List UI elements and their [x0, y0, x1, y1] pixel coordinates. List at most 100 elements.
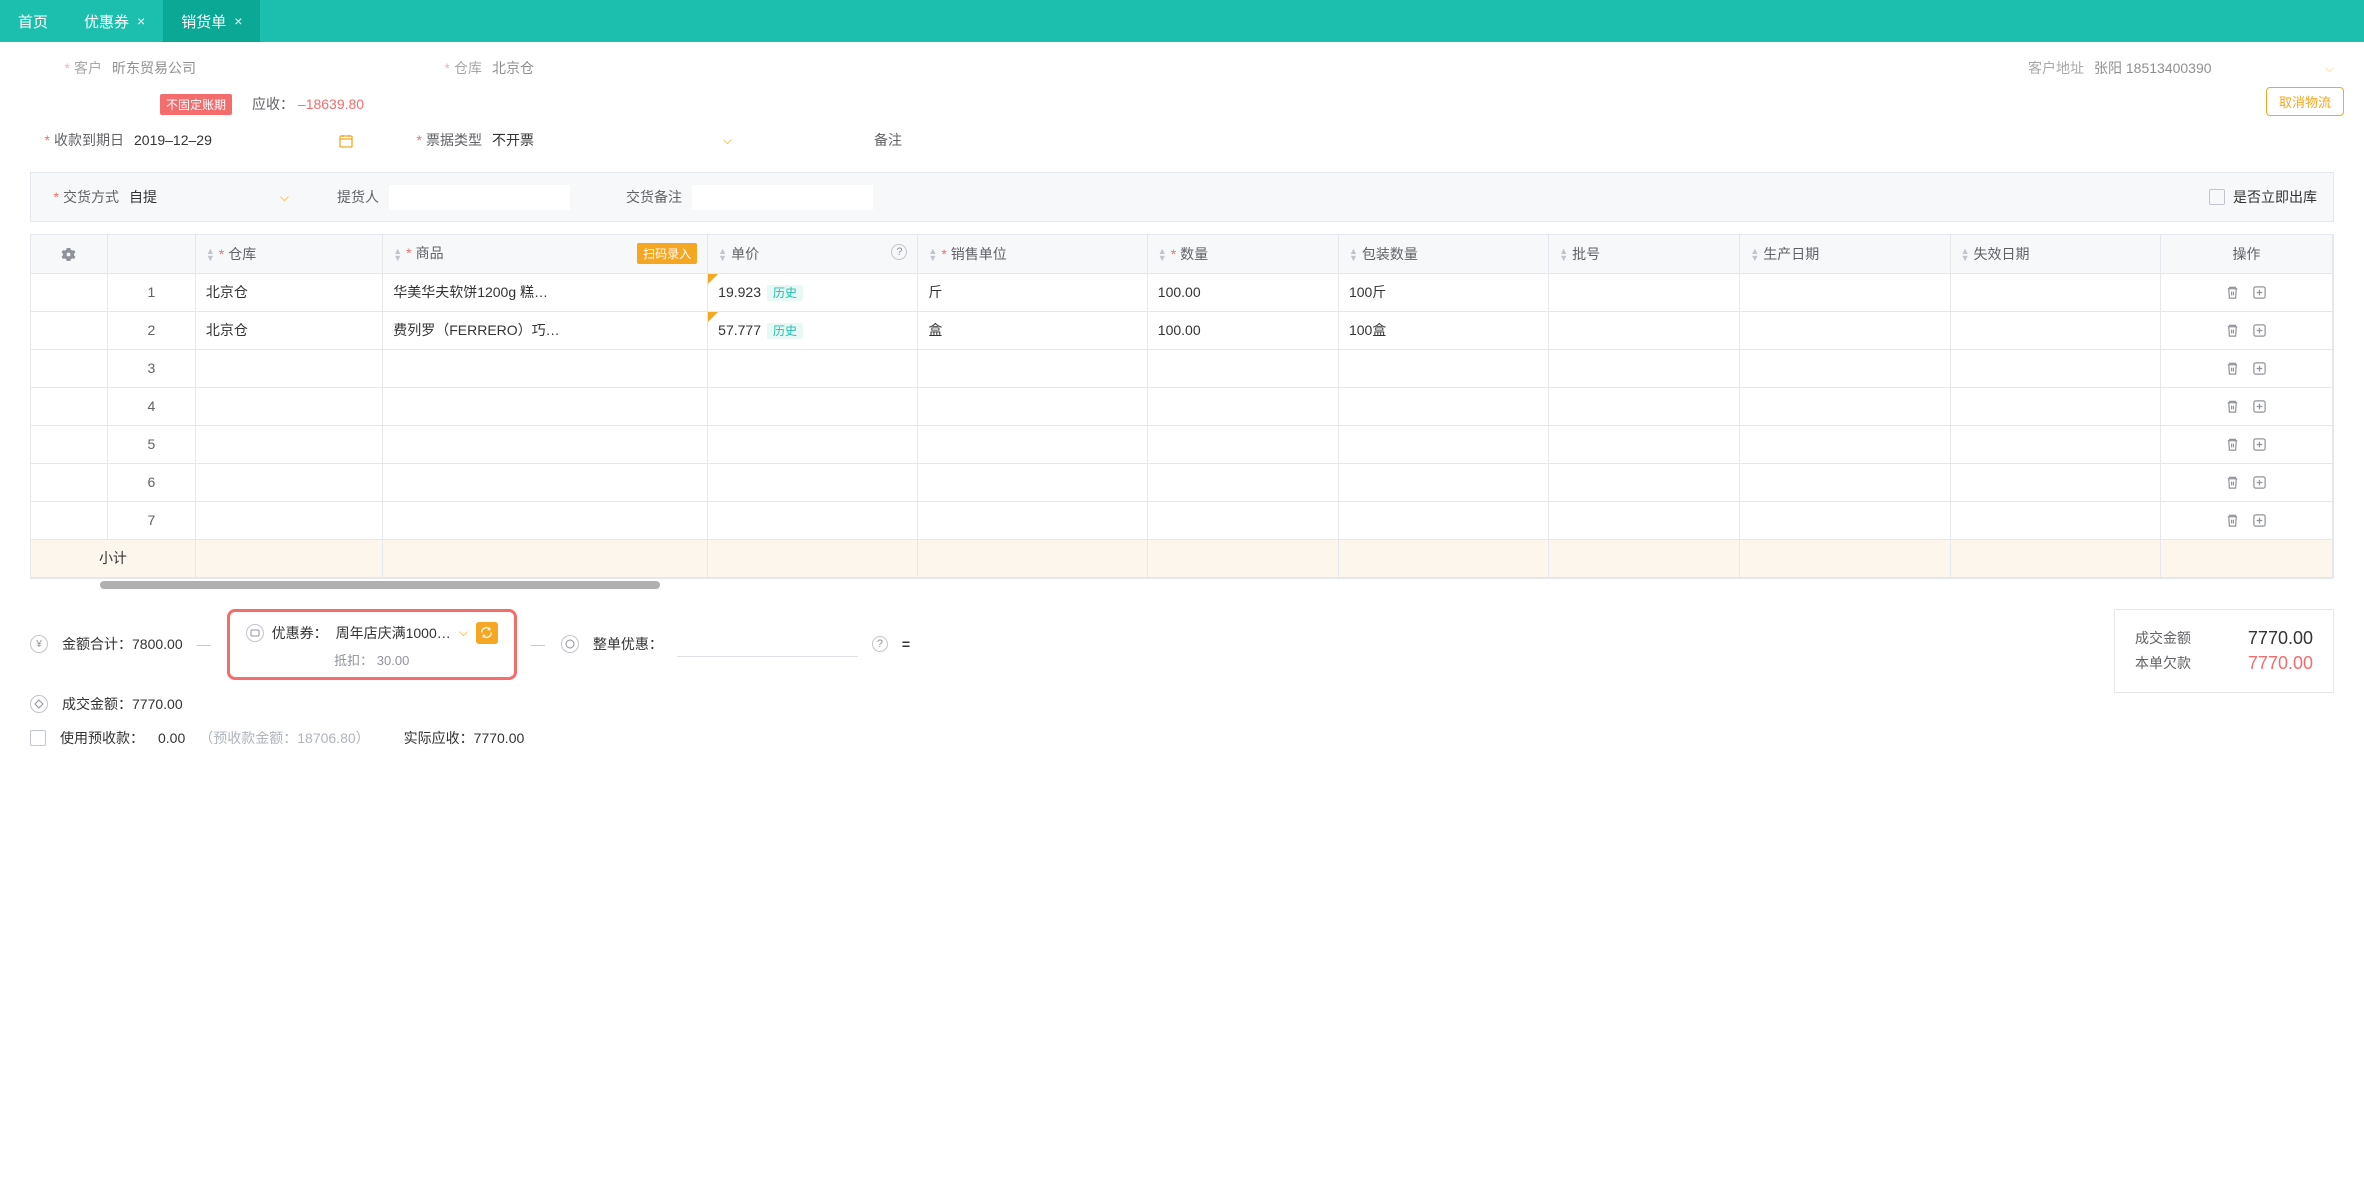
- cell-product[interactable]: [383, 349, 708, 387]
- cell-expire-date[interactable]: [1950, 425, 2160, 463]
- close-icon[interactable]: ×: [137, 13, 145, 29]
- calendar-icon[interactable]: [338, 131, 354, 148]
- cell-batch[interactable]: [1549, 273, 1740, 311]
- table-row[interactable]: 4: [31, 387, 2333, 425]
- col-unit[interactable]: ▲▼*销售单位: [918, 235, 1147, 273]
- cell-warehouse[interactable]: 北京仓: [195, 273, 382, 311]
- cell-qty[interactable]: [1147, 463, 1338, 501]
- add-row-icon[interactable]: [2252, 322, 2267, 339]
- cell-pack-qty[interactable]: [1338, 463, 1548, 501]
- cell-expire-date[interactable]: [1950, 273, 2160, 311]
- delete-row-icon[interactable]: [2225, 284, 2240, 301]
- add-row-icon[interactable]: [2252, 474, 2267, 491]
- cell-pack-qty[interactable]: [1338, 349, 1548, 387]
- cell-product[interactable]: [383, 387, 708, 425]
- delete-row-icon[interactable]: [2225, 398, 2240, 415]
- cell-batch[interactable]: [1549, 311, 1740, 349]
- cell-pack-qty[interactable]: [1338, 425, 1548, 463]
- use-prepay-checkbox[interactable]: [30, 730, 46, 746]
- settings-column[interactable]: [31, 235, 107, 273]
- col-warehouse[interactable]: ▲▼*仓库: [195, 235, 382, 273]
- cell-expire-date[interactable]: [1950, 463, 2160, 501]
- invoice-type-select[interactable]: 不开票 ⌵: [492, 126, 732, 154]
- table-row[interactable]: 1 北京仓 华美华夫软饼1200g 糕… 19.923历史 斤 100.00 1…: [31, 273, 2333, 311]
- cell-unit[interactable]: [918, 349, 1147, 387]
- delivery-remark-input[interactable]: [692, 185, 873, 210]
- cell-batch[interactable]: [1549, 349, 1740, 387]
- add-row-icon[interactable]: [2252, 512, 2267, 529]
- cell-price[interactable]: 57.777历史: [708, 311, 918, 349]
- cell-unit[interactable]: [918, 425, 1147, 463]
- tab-home[interactable]: 首页: [0, 0, 66, 42]
- table-row[interactable]: 3: [31, 349, 2333, 387]
- cell-prod-date[interactable]: [1740, 349, 1950, 387]
- cell-pack-qty[interactable]: [1338, 501, 1548, 539]
- cell-expire-date[interactable]: [1950, 311, 2160, 349]
- cell-price[interactable]: [708, 349, 918, 387]
- cell-qty[interactable]: [1147, 501, 1338, 539]
- cell-unit[interactable]: [918, 387, 1147, 425]
- cancel-logistics-button[interactable]: 取消物流: [2266, 87, 2344, 116]
- delete-row-icon[interactable]: [2225, 474, 2240, 491]
- cell-warehouse[interactable]: [195, 387, 382, 425]
- cell-warehouse[interactable]: [195, 463, 382, 501]
- cell-pack-qty[interactable]: [1338, 387, 1548, 425]
- cell-price[interactable]: 19.923历史: [708, 273, 918, 311]
- cell-unit[interactable]: [918, 463, 1147, 501]
- delete-row-icon[interactable]: [2225, 512, 2240, 529]
- scan-entry-badge[interactable]: 扫码录入: [637, 243, 697, 264]
- col-product[interactable]: ▲▼*商品扫码录入: [383, 235, 708, 273]
- scrollbar-thumb[interactable]: [100, 581, 660, 589]
- cell-product[interactable]: 费列罗（FERRERO）巧…: [383, 311, 708, 349]
- cell-qty[interactable]: 100.00: [1147, 273, 1338, 311]
- history-badge[interactable]: 历史: [767, 285, 803, 301]
- cell-price[interactable]: [708, 387, 918, 425]
- due-date-input[interactable]: 2019–12–29: [134, 127, 354, 152]
- cell-product[interactable]: [383, 463, 708, 501]
- cell-pack-qty[interactable]: 100盒: [1338, 311, 1548, 349]
- cell-price[interactable]: [708, 425, 918, 463]
- customer-select[interactable]: 昕东贸易公司: [112, 54, 352, 82]
- col-qty[interactable]: ▲▼*数量: [1147, 235, 1338, 273]
- add-row-icon[interactable]: [2252, 360, 2267, 377]
- immediate-out-checkbox[interactable]: [2209, 189, 2225, 205]
- tab-sales-order[interactable]: 销货单 ×: [163, 0, 260, 42]
- add-row-icon[interactable]: [2252, 436, 2267, 453]
- col-pack-qty[interactable]: ▲▼包装数量: [1338, 235, 1548, 273]
- delete-row-icon[interactable]: [2225, 360, 2240, 377]
- cell-batch[interactable]: [1549, 501, 1740, 539]
- delivery-method-select[interactable]: 自提 ⌵: [129, 183, 289, 211]
- col-price[interactable]: ▲▼单价?: [708, 235, 918, 273]
- cell-pack-qty[interactable]: 100斤: [1338, 273, 1548, 311]
- delete-row-icon[interactable]: [2225, 436, 2240, 453]
- horizontal-scrollbar[interactable]: [30, 579, 2334, 591]
- cell-product[interactable]: [383, 501, 708, 539]
- chevron-down-icon[interactable]: ⌵: [459, 625, 468, 640]
- refresh-coupon-button[interactable]: [476, 622, 498, 644]
- cell-prod-date[interactable]: [1740, 311, 1950, 349]
- cell-price[interactable]: [708, 501, 918, 539]
- col-prod-date[interactable]: ▲▼生产日期: [1740, 235, 1950, 273]
- cell-prod-date[interactable]: [1740, 425, 1950, 463]
- cell-unit[interactable]: [918, 501, 1147, 539]
- cell-expire-date[interactable]: [1950, 349, 2160, 387]
- cell-prod-date[interactable]: [1740, 273, 1950, 311]
- cell-batch[interactable]: [1549, 463, 1740, 501]
- cell-prod-date[interactable]: [1740, 501, 1950, 539]
- tab-coupon[interactable]: 优惠券 ×: [66, 0, 163, 42]
- cell-qty[interactable]: [1147, 387, 1338, 425]
- warehouse-select[interactable]: 北京仓: [492, 54, 732, 82]
- close-icon[interactable]: ×: [234, 13, 242, 29]
- table-row[interactable]: 7: [31, 501, 2333, 539]
- cell-warehouse[interactable]: 北京仓: [195, 311, 382, 349]
- cell-unit[interactable]: 斤: [918, 273, 1147, 311]
- table-row[interactable]: 5: [31, 425, 2333, 463]
- remark-input[interactable]: [912, 128, 1152, 153]
- cell-warehouse[interactable]: [195, 425, 382, 463]
- cell-batch[interactable]: [1549, 387, 1740, 425]
- cell-price[interactable]: [708, 463, 918, 501]
- history-badge[interactable]: 历史: [767, 323, 803, 339]
- delete-row-icon[interactable]: [2225, 322, 2240, 339]
- help-icon[interactable]: ?: [872, 636, 888, 652]
- cell-expire-date[interactable]: [1950, 501, 2160, 539]
